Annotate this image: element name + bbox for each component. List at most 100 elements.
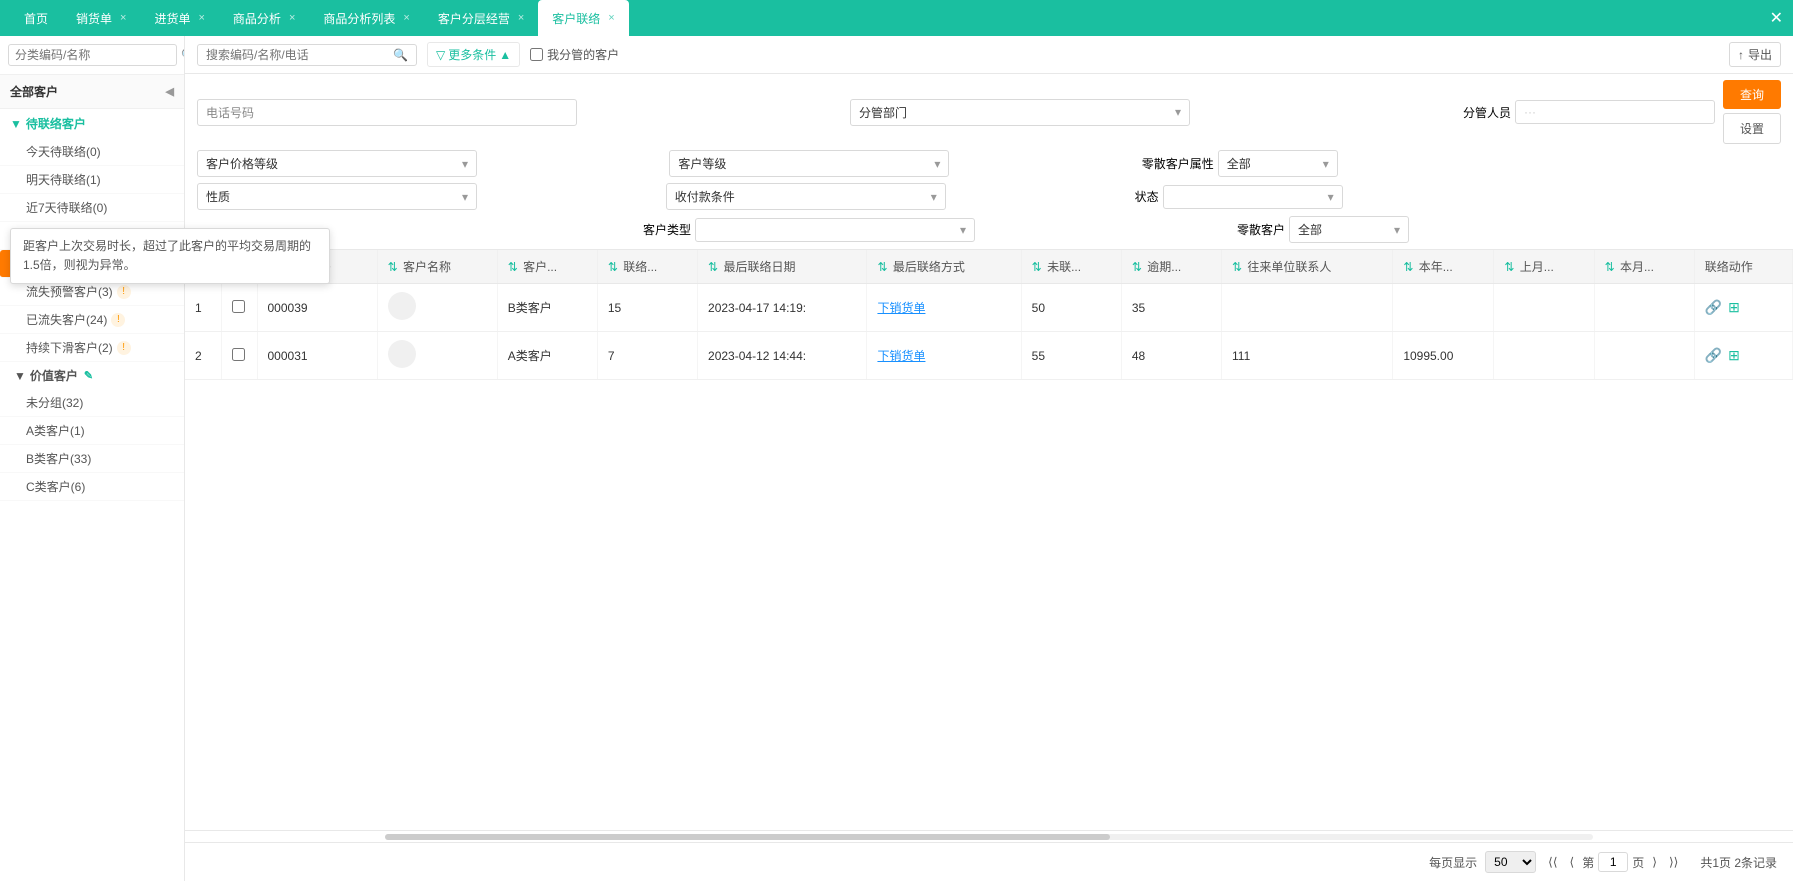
row-checkbox[interactable] <box>221 284 257 332</box>
close-icon[interactable]: × <box>120 12 126 24</box>
sort-icon[interactable]: ⇅ <box>1403 260 1413 274</box>
col-customer-type: ⇅ 客户... <box>497 250 597 284</box>
my-customers-checkbox[interactable]: 我分管的客户 <box>530 46 619 63</box>
last-page-button[interactable]: ⟩⟩ <box>1665 855 1682 869</box>
sidebar-item-class-a[interactable]: A类客户(1) <box>0 417 184 445</box>
col-last-month: ⇅ 上月... <box>1494 250 1594 284</box>
chevron-down-icon: ▾ <box>1394 223 1400 237</box>
manager-field[interactable]: ··· <box>1515 100 1715 124</box>
sidebar-item-7days[interactable]: 近7天待联络(0) <box>0 194 184 222</box>
per-page-select[interactable]: 50 100 <box>1485 851 1536 873</box>
close-icon[interactable]: × <box>289 12 295 24</box>
close-icon[interactable]: × <box>608 12 614 24</box>
filter-row-2: 客户价格等级 ▾ 客户等级 ▾ 零散客户属性 全部 ▾ <box>197 150 1781 177</box>
row-company-contact <box>1222 284 1393 332</box>
page-number-input[interactable] <box>1598 852 1628 872</box>
sort-icon[interactable]: ⇅ <box>388 260 398 274</box>
row-last-date: 2023-04-12 14:44: <box>698 332 867 380</box>
sidebar-item-tomorrow[interactable]: 明天待联络(1) <box>0 166 184 194</box>
table-row: 2 000031 A类客户 7 2023-04-12 14:44: 下销货单 5… <box>185 332 1793 380</box>
prev-page-button[interactable]: ⟨ <box>1566 855 1579 869</box>
tab-home[interactable]: 首页 <box>10 0 62 36</box>
chevron-down-icon: ▾ <box>462 190 468 204</box>
price-level-dropdown[interactable]: 客户价格等级 ▾ <box>197 150 477 177</box>
status-dropdown[interactable]: ▾ <box>1163 185 1343 209</box>
customer-level-dropdown[interactable]: 客户等级 ▾ <box>669 150 949 177</box>
my-customers-check[interactable] <box>530 48 543 61</box>
sort-icon[interactable]: ⇅ <box>508 260 518 274</box>
payment-dropdown[interactable]: 收付款条件 ▾ <box>666 183 946 210</box>
sidebar-item-class-b[interactable]: B类客户(33) <box>0 445 184 473</box>
tab-purchase[interactable]: 进货单 × <box>140 0 218 36</box>
row-select-checkbox[interactable] <box>232 300 245 313</box>
customer-table: ⚙ ⇅ 客户编码 ⇅ 客户名称 <box>185 250 1793 380</box>
close-icon[interactable]: × <box>403 12 409 24</box>
sort-icon[interactable]: ⇅ <box>1032 260 1042 274</box>
edit-icon[interactable]: ✎ <box>84 369 93 382</box>
close-icon[interactable]: × <box>198 12 204 24</box>
sidebar-item-ungrouped[interactable]: 未分组(32) <box>0 389 184 417</box>
tab-customer-layers[interactable]: 客户分层经营 × <box>424 0 538 36</box>
link-icon[interactable]: 🔗 <box>1705 299 1722 316</box>
sort-icon[interactable]: ⇅ <box>708 260 718 274</box>
sort-icon[interactable]: ⇅ <box>608 260 618 274</box>
row-select-checkbox[interactable] <box>232 348 245 361</box>
close-icon[interactable]: × <box>518 12 524 24</box>
row-last-method[interactable]: 下销货单 <box>867 332 1021 380</box>
filter-bar: 🔍 ▽ 更多条件 ▲ 我分管的客户 ↑ 导出 <box>185 36 1793 74</box>
sort-icon[interactable]: ⇅ <box>1232 260 1242 274</box>
filter-row-4: ··· 客户类型 ▾ 零散客户 全部 ▾ <box>197 216 1781 243</box>
customer-type-dropdown[interactable]: ▾ <box>695 218 975 242</box>
export-button[interactable]: ↑ 导出 <box>1729 42 1781 67</box>
grid-icon[interactable]: ⊞ <box>1728 299 1740 316</box>
col-contact-count: ⇅ 联络... <box>597 250 697 284</box>
query-button[interactable]: 查询 <box>1723 80 1781 109</box>
col-overdue: ⇅ 逾期... <box>1121 250 1221 284</box>
sidebar-item-declining[interactable]: 持续下滑客户(2) ! <box>0 334 184 362</box>
retail-attr-dropdown[interactable]: 全部 ▾ <box>1218 150 1338 177</box>
sort-icon[interactable]: ⇅ <box>1504 260 1514 274</box>
chevron-down-icon: ▾ <box>934 157 940 171</box>
retail-customer-dropdown[interactable]: 全部 ▾ <box>1289 216 1409 243</box>
tab-product-analysis[interactable]: 商品分析 × <box>219 0 309 36</box>
content-area: 🔍 ▽ 更多条件 ▲ 我分管的客户 ↑ 导出 电话号码 <box>185 36 1793 881</box>
hint-icon: ! <box>117 285 131 299</box>
gender-dropdown[interactable]: 性质 ▾ <box>197 183 477 210</box>
value-customers-group[interactable]: ▼ 价值客户 ✎ <box>0 362 184 389</box>
scrollbar-thumb[interactable] <box>385 834 1110 840</box>
next-page-button[interactable]: ⟩ <box>1648 855 1661 869</box>
sidebar-item-today[interactable]: 今天待联络(0) <box>0 138 184 166</box>
row-actions: 🔗 ⊞ <box>1694 332 1792 380</box>
sidebar-item-class-c[interactable]: C类客户(6) <box>0 473 184 501</box>
tab-sales-order[interactable]: 销货单 × <box>62 0 140 36</box>
row-index: 2 <box>185 332 221 380</box>
dept-dropdown[interactable]: 分管部门 ▾ <box>850 99 1190 126</box>
sidebar-search-input[interactable] <box>8 44 177 66</box>
row-checkbox[interactable] <box>221 332 257 380</box>
scrollbar-track[interactable] <box>385 834 1593 840</box>
window-close-button[interactable]: ✕ <box>1770 8 1783 28</box>
all-customers-section[interactable]: 全部客户 ◀ <box>0 75 184 109</box>
tab-product-analysis-list[interactable]: 商品分析列表 × <box>309 0 423 36</box>
row-last-method[interactable]: 下销货单 <box>867 284 1021 332</box>
first-page-button[interactable]: ⟨⟨ <box>1544 855 1561 869</box>
collapse-icon[interactable]: ◀ <box>166 85 174 98</box>
chevron-down-icon: ▾ <box>1328 190 1334 204</box>
tab-customer-contact[interactable]: 客户联络 × <box>538 0 628 36</box>
pending-contact-group[interactable]: ▼ 待联络客户 <box>0 109 184 138</box>
settings-button[interactable]: 设置 <box>1723 113 1781 144</box>
sort-icon[interactable]: ⇅ <box>1132 260 1142 274</box>
sidebar-item-lost[interactable]: 已流失客户(24) ! <box>0 306 184 334</box>
link-icon[interactable]: 🔗 <box>1705 347 1722 364</box>
sort-icon[interactable]: ⇅ <box>1605 260 1615 274</box>
col-last-contact-method: ⇅ 最后联络方式 <box>867 250 1021 284</box>
more-conditions-button[interactable]: ▽ 更多条件 ▲ <box>427 42 520 67</box>
search-input[interactable] <box>206 48 389 62</box>
search-icon[interactable]: 🔍 <box>393 48 408 62</box>
row-index: 1 <box>185 284 221 332</box>
retail-attr-label: 零散客户属性 <box>1142 155 1214 172</box>
sort-icon[interactable]: ⇅ <box>877 260 887 274</box>
row-last-month <box>1494 332 1594 380</box>
phone-field[interactable]: 电话号码 <box>197 99 577 126</box>
grid-icon[interactable]: ⊞ <box>1728 347 1740 364</box>
